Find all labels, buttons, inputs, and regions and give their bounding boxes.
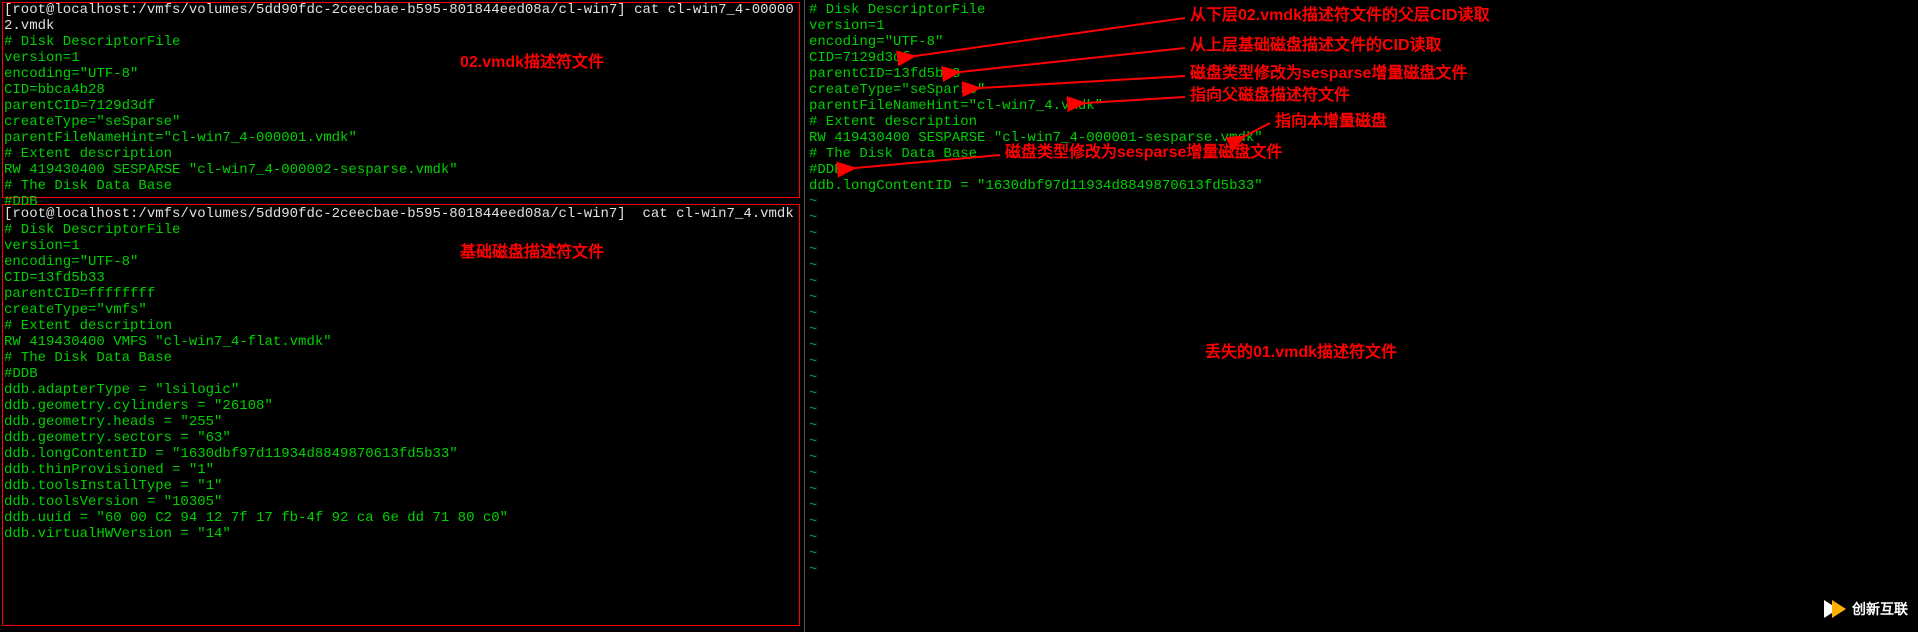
anno-lost-01: 丢失的01.vmdk描述符文件 [1205, 345, 1397, 361]
anno-cid: 从下层02.vmdk描述符文件的父层CID读取 [1190, 8, 1490, 24]
tl: ddb.geometry.cylinders = "26108" [4, 398, 794, 414]
tl: ddb.toolsInstallType = "1" [4, 478, 794, 494]
anno-ddb: 磁盘类型修改为sesparse增量磁盘文件 [1005, 145, 1282, 161]
tl: parentCID=ffffffff [4, 286, 794, 302]
prompt-line-1b: 2.vmdk [4, 18, 794, 34]
anno-parentHint: 指向父磁盘描述符文件 [1190, 88, 1350, 104]
tl: version=1 [4, 50, 794, 66]
tl: ddb.toolsVersion = "10305" [4, 494, 794, 510]
tl: ddb.thinProvisioned = "1" [4, 462, 794, 478]
logo-icon [1820, 596, 1846, 622]
tl: # Extent description [4, 146, 794, 162]
anno-extent: 指向本增量磁盘 [1275, 114, 1387, 130]
tl: RW 419430400 SESPARSE "cl-win7_4-000002-… [4, 162, 794, 178]
right-pane: # Disk DescriptorFile version=1 encoding… [805, 0, 1918, 632]
tl: ddb.uuid = "60 00 C2 94 12 7f 17 fb-4f 9… [4, 510, 794, 526]
tl: #DDB [809, 162, 1263, 178]
tl: createType="vmfs" [4, 302, 794, 318]
tl: ddb.adapterType = "lsilogic" [4, 382, 794, 398]
logo-text: 创新互联 [1852, 601, 1908, 617]
tl: ddb.longContentID = "1630dbf97d11934d884… [809, 178, 1263, 194]
tl: # Extent description [4, 318, 794, 334]
tl: # The Disk Data Base [4, 350, 794, 366]
tl: # Disk DescriptorFile [4, 34, 794, 50]
tl: ddb.longContentID = "1630dbf97d11934d884… [4, 446, 794, 462]
tl: parentFileNameHint="cl-win7_4-000001.vmd… [4, 130, 794, 146]
label-02-vmdk: 02.vmdk描述符文件 [460, 55, 604, 71]
tl: #DDB [4, 366, 794, 382]
tl: parentCID=7129d3df [4, 98, 794, 114]
anno-parentcid: 从上层基础磁盘描述文件的CID读取 [1190, 38, 1442, 54]
tl: version=1 [4, 238, 794, 254]
tl: # The Disk Data Base [4, 178, 794, 194]
tl: # Extent description [809, 114, 1263, 130]
prompt-line-1: [root@localhost:/vmfs/volumes/5dd90fdc-2… [4, 2, 794, 18]
vim-tildes: ~~~~~~~~~~~~~~~~~~~~~~~~ [809, 194, 1263, 578]
tl: CID=bbca4b28 [4, 82, 794, 98]
tl: ddb.geometry.sectors = "63" [4, 430, 794, 446]
tl: createType="seSparse" [4, 114, 794, 130]
terminal-block-1: [root@localhost:/vmfs/volumes/5dd90fdc-2… [4, 2, 794, 210]
terminal-block-2: [root@localhost:/vmfs/volumes/5dd90fdc-2… [4, 206, 794, 542]
tl: encoding="UTF-8" [4, 254, 794, 270]
anno-createType: 磁盘类型修改为sesparse增量磁盘文件 [1190, 66, 1467, 82]
tl: encoding="UTF-8" [4, 66, 794, 82]
tl: CID=13fd5b33 [4, 270, 794, 286]
label-base-vmdk: 基础磁盘描述符文件 [460, 245, 604, 261]
left-pane: [root@localhost:/vmfs/volumes/5dd90fdc-2… [0, 0, 805, 632]
prompt-line-2: [root@localhost:/vmfs/volumes/5dd90fdc-2… [4, 206, 794, 222]
tl: ddb.geometry.heads = "255" [4, 414, 794, 430]
tl: RW 419430400 VMFS "cl-win7_4-flat.vmdk" [4, 334, 794, 350]
logo-block: 创新互联 [1820, 596, 1908, 622]
tl: # Disk DescriptorFile [4, 222, 794, 238]
tl: ddb.virtualHWVersion = "14" [4, 526, 794, 542]
